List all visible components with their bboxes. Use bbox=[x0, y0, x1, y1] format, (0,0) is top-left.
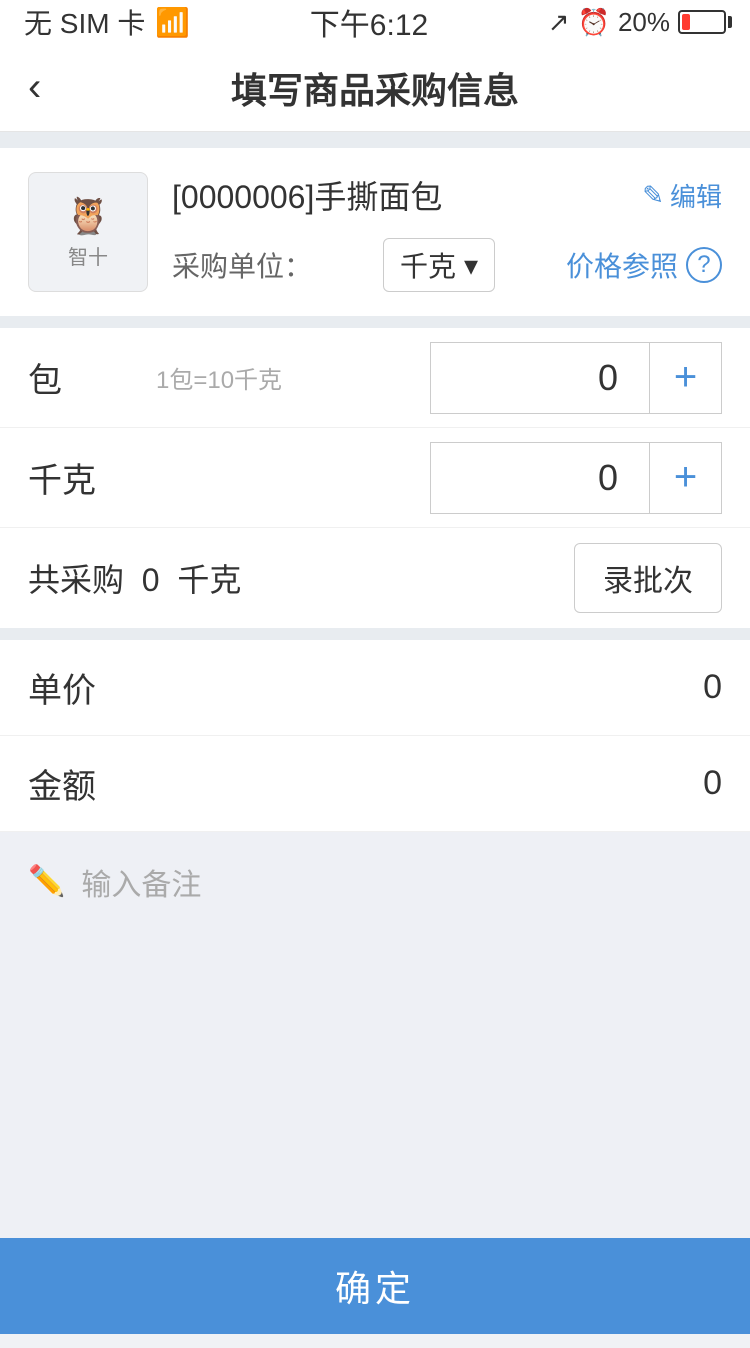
bag-input-row: 包 1包=10千克 + bbox=[0, 328, 750, 428]
summary-row: 共采购 0 千克 录批次 bbox=[0, 528, 750, 628]
unit-price-label: 单价 bbox=[28, 663, 96, 712]
product-card: 🦉 智十 [0000006]手撕面包 ✎ 编辑 采购单位： 千克 ▾ 价格参照 bbox=[0, 148, 750, 316]
edit-button[interactable]: ✎ 编辑 bbox=[642, 177, 722, 214]
unit-price-value: 0 bbox=[703, 668, 722, 707]
summary-text: 共采购 0 千克 bbox=[28, 555, 241, 601]
product-full-name: [0000006]手撕面包 bbox=[172, 172, 442, 218]
unit-select-dropdown[interactable]: 千克 ▾ bbox=[383, 238, 495, 292]
remark-area[interactable]: ✏️ 输入备注 bbox=[0, 832, 750, 952]
status-time: 下午6:12 bbox=[310, 0, 428, 44]
amount-value: 0 bbox=[703, 764, 722, 803]
summary-prefix: 共采购 bbox=[28, 562, 124, 598]
battery-icon bbox=[678, 10, 726, 34]
unit-row: 采购单位： 千克 ▾ 价格参照 ? bbox=[172, 238, 722, 292]
summary-amount: 0 bbox=[142, 562, 160, 598]
bag-sub-label: 1包=10千克 bbox=[156, 360, 282, 395]
confirm-button[interactable]: 确定 bbox=[0, 1238, 750, 1334]
dropdown-arrow-icon: ▾ bbox=[464, 249, 478, 282]
unit-label: 采购单位： bbox=[172, 245, 312, 285]
back-button[interactable]: ‹ bbox=[28, 65, 41, 110]
amount-row: 金额 0 bbox=[0, 736, 750, 832]
kg-label: 千克 bbox=[28, 453, 148, 502]
unit-value: 千克 bbox=[400, 245, 456, 285]
kg-plus-button[interactable]: + bbox=[650, 442, 722, 514]
product-name-row: [0000006]手撕面包 ✎ 编辑 bbox=[172, 172, 722, 218]
bag-label: 包 bbox=[28, 353, 148, 402]
alarm-icon: ⏰ bbox=[578, 7, 610, 38]
section-divider-1 bbox=[0, 316, 750, 328]
brand-owl-icon: 🦉 bbox=[66, 195, 111, 237]
page-title: 填写商品采购信息 bbox=[231, 62, 519, 114]
bag-quantity-input[interactable] bbox=[430, 342, 650, 414]
separator-1 bbox=[0, 132, 750, 148]
product-info: [0000006]手撕面包 ✎ 编辑 采购单位： 千克 ▾ 价格参照 ? bbox=[172, 172, 722, 292]
brand-text: 智十 bbox=[68, 241, 108, 270]
battery-fill bbox=[682, 14, 690, 30]
section-divider-2 bbox=[0, 628, 750, 640]
status-right: ↗ ⏰ 20% bbox=[548, 7, 726, 38]
status-bar: 无 SIM 卡 📶 下午6:12 ↗ ⏰ 20% bbox=[0, 0, 750, 44]
kg-input-row: 千克 + bbox=[0, 428, 750, 528]
fill-area bbox=[0, 952, 750, 1252]
unit-price-row: 单价 0 bbox=[0, 640, 750, 736]
kg-quantity-input[interactable] bbox=[430, 442, 650, 514]
edit-icon: ✎ bbox=[642, 180, 664, 211]
amount-label: 金额 bbox=[28, 759, 96, 808]
bag-input-group: + bbox=[430, 342, 722, 414]
price-ref-help-icon[interactable]: ? bbox=[686, 247, 722, 283]
batch-record-button[interactable]: 录批次 bbox=[574, 543, 722, 613]
bag-plus-button[interactable]: + bbox=[650, 342, 722, 414]
remark-placeholder: 输入备注 bbox=[81, 860, 201, 904]
no-sim-text: 无 SIM 卡 bbox=[24, 2, 145, 42]
nav-bar: ‹ 填写商品采购信息 bbox=[0, 44, 750, 132]
kg-input-group: + bbox=[430, 442, 722, 514]
summary-unit: 千克 bbox=[177, 562, 241, 598]
location-icon: ↗ bbox=[548, 7, 570, 38]
battery-percent: 20% bbox=[618, 7, 670, 38]
pencil-icon: ✏️ bbox=[28, 864, 65, 899]
price-ref-label: 价格参照 bbox=[566, 245, 678, 285]
product-image: 🦉 智十 bbox=[28, 172, 148, 292]
price-ref-button[interactable]: 价格参照 ? bbox=[566, 245, 722, 285]
edit-label: 编辑 bbox=[670, 177, 722, 214]
wifi-icon: 📶 bbox=[155, 6, 190, 39]
status-left: 无 SIM 卡 📶 bbox=[24, 2, 190, 42]
